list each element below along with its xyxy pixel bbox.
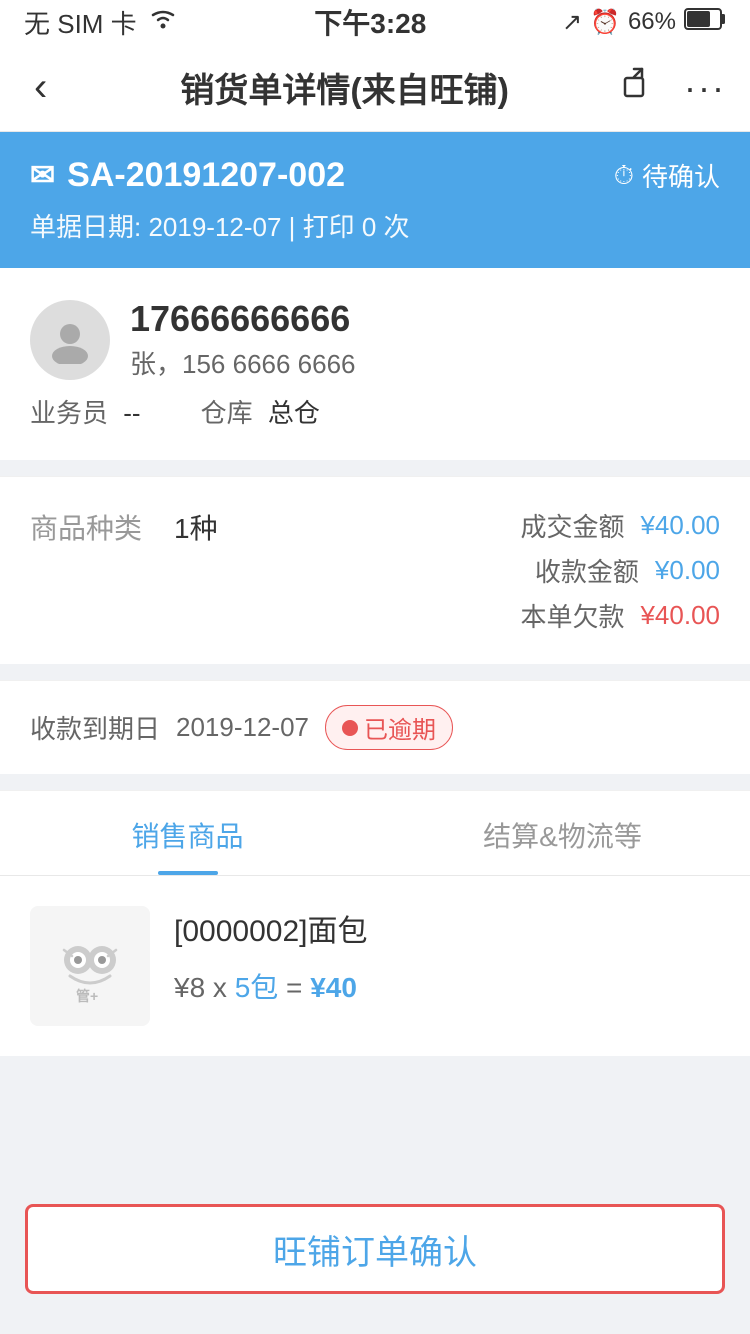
status-left: 无 SIM 卡 [24,4,179,41]
due-date-card: 收款到期日 2019-12-07 已逾期 [0,681,750,774]
product-item: 管+ [0000002]面包 ¥8 x 5包 = ¥40 [0,876,750,1056]
tab-sales-label: 销售商品 [131,821,243,852]
deal-amount-label: 成交金额 [520,507,624,544]
location-icon: ↗ [562,8,582,37]
deal-amount-value: ¥40.00 [640,510,720,541]
warehouse-label: 仓库 [201,398,253,428]
deal-amount-row: 成交金额 ¥40.00 [520,507,720,544]
page-title: 销货单详情(来自旺铺) [67,63,622,112]
summary-row: 商品种类 1种 成交金额 ¥40.00 收款金额 ¥0.00 本单欠款 ¥40.… [30,507,720,634]
order-date: 单据日期: 2019-12-07 | 打印 0 次 [30,207,720,244]
product-equals: = [278,972,310,1003]
tabs-bar: 销售商品 结算&物流等 [0,791,750,876]
customer-row: 17666666666 张，156 6666 6666 [30,298,720,381]
customer-name: 张，156 6666 6666 [130,344,356,381]
wifi-icon [147,7,179,38]
product-types-value: 1种 [174,507,218,547]
overdue-text: 已逾期 [364,710,436,745]
owed-amount-row: 本单欠款 ¥40.00 [520,597,720,634]
status-time: 下午3:28 [314,2,426,42]
warehouse-item: 仓库 总仓 [201,393,320,430]
order-id: ✉ SA-20191207-002 [30,156,345,195]
more-button[interactable]: ··· [684,67,726,109]
due-date-label: 收款到期日 [30,709,160,746]
order-icon: ✉ [30,158,55,193]
product-price-row: ¥8 x 5包 = ¥40 [174,966,720,1006]
product-thumbnail: 管+ [30,906,150,1026]
carrier-label: 无 SIM 卡 [24,4,137,41]
salesman-value: -- [123,398,140,428]
product-total: ¥40 [310,972,357,1003]
owed-amount-value: ¥40.00 [640,600,720,631]
product-types: 商品种类 1种 [30,507,218,547]
order-status: ⏱ 待确认 [614,157,720,194]
order-header: ✉ SA-20191207-002 ⏱ 待确认 单据日期: 2019-12-07… [0,132,750,268]
status-right: ↗ ⏰ 66% [562,8,726,37]
tab-settlement[interactable]: 结算&物流等 [375,791,750,875]
product-price: ¥8 x [174,972,235,1003]
confirm-button[interactable]: 旺铺订单确认 [25,1204,725,1294]
overdue-dot [342,720,358,736]
overdue-badge: 已逾期 [325,705,453,750]
product-name: [0000002]面包 [174,906,720,950]
alarm-icon: ⏰ [590,8,620,37]
tab-settlement-label: 结算&物流等 [483,821,642,852]
battery-icon [684,8,726,37]
nav-bar: ‹ 销货单详情(来自旺铺) ··· [0,44,750,132]
status-bar: 无 SIM 卡 下午3:28 ↗ ⏰ 66% [0,0,750,44]
battery-label: 66% [628,8,676,36]
confirm-btn-wrap: 旺铺订单确认 [25,1204,725,1294]
due-date-value: 2019-12-07 [176,712,309,743]
share-button[interactable] [622,66,656,109]
status-clock-icon: ⏱ [614,160,634,192]
customer-phone: 17666666666 [130,298,356,340]
svg-text:管+: 管+ [76,988,98,1004]
order-id-text: SA-20191207-002 [67,156,345,195]
product-qty: 5包 [235,972,279,1003]
confirm-button-label: 旺铺订单确认 [273,1225,477,1274]
avatar [30,300,110,380]
status-text: 待确认 [642,157,720,194]
collected-amount-row: 收款金额 ¥0.00 [535,552,720,589]
product-info: [0000002]面包 ¥8 x 5包 = ¥40 [174,906,720,1006]
warehouse-value: 总仓 [268,398,320,428]
collected-amount-value: ¥0.00 [655,555,720,586]
summary-card: 商品种类 1种 成交金额 ¥40.00 收款金额 ¥0.00 本单欠款 ¥40.… [0,477,750,664]
products-section: 管+ [0000002]面包 ¥8 x 5包 = ¥40 [0,876,750,1056]
salesman-label: 业务员 [30,398,108,428]
nav-right-buttons: ··· [622,66,726,109]
order-header-top: ✉ SA-20191207-002 ⏱ 待确认 [30,156,720,195]
salesman-item: 业务员 -- [30,393,141,430]
customer-meta: 业务员 -- 仓库 总仓 [30,393,720,430]
customer-info: 17666666666 张，156 6666 6666 [130,298,356,381]
product-types-label: 商品种类 [30,507,142,547]
owed-amount-label: 本单欠款 [520,597,624,634]
customer-card: 17666666666 张，156 6666 6666 业务员 -- 仓库 总仓 [0,268,750,460]
amounts: 成交金额 ¥40.00 收款金额 ¥0.00 本单欠款 ¥40.00 [520,507,720,634]
back-button[interactable]: ‹ [24,55,57,120]
collected-amount-label: 收款金额 [535,552,639,589]
tab-sales-products[interactable]: 销售商品 [0,791,375,875]
